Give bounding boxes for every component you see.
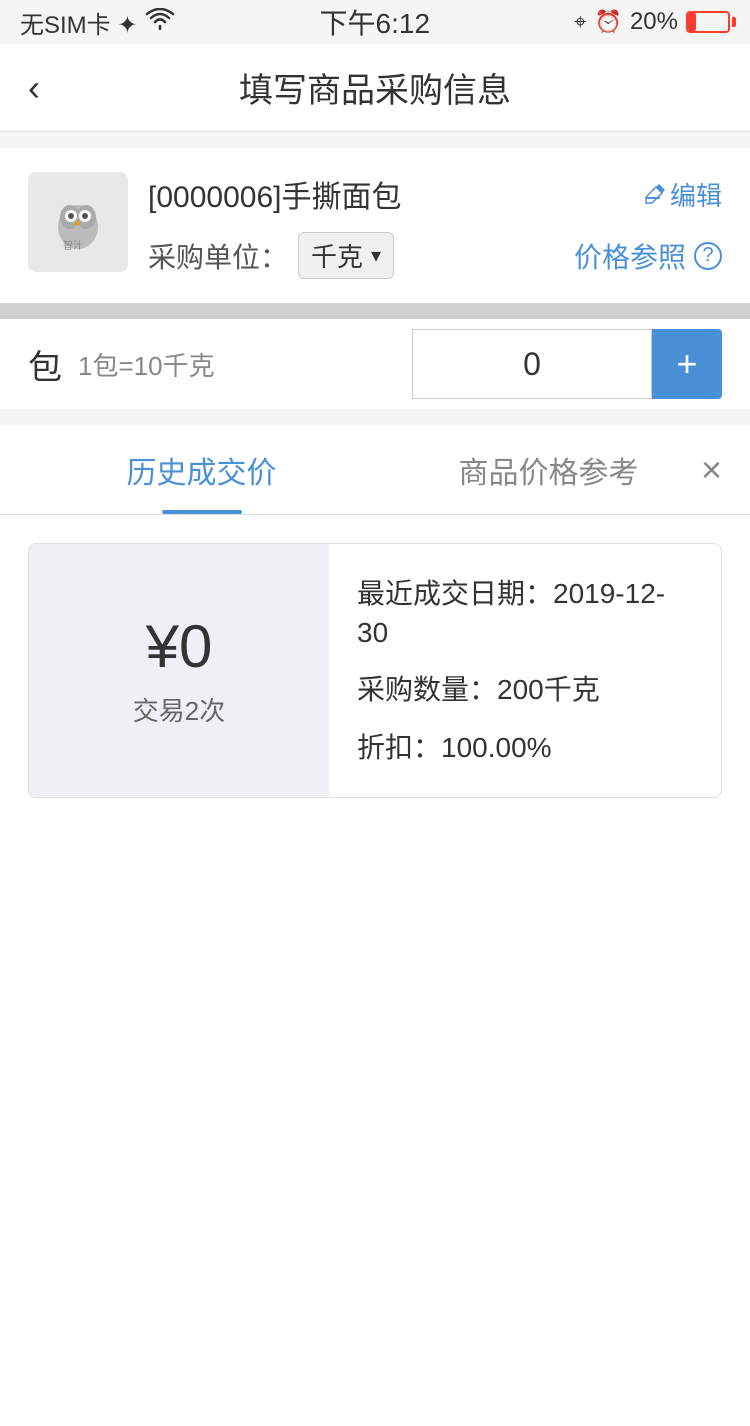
wifi-icon xyxy=(145,8,175,37)
quantity-row: 包 1包=10千克 0 + xyxy=(0,319,750,409)
nav-bar: ‹ 填写商品采购信息 xyxy=(0,44,750,132)
unit-label: 采购单位： xyxy=(148,236,288,276)
tab-history-label: 历史成交价 xyxy=(127,448,277,492)
quantity-plus-button[interactable]: + xyxy=(652,329,722,399)
location-icon: ⌖ xyxy=(574,9,586,35)
price-content: ¥0 交易2次 最近成交日期：2019-12-30 采购数量：200千克 折扣：… xyxy=(0,515,750,826)
quantity-unit: 包 xyxy=(28,340,62,389)
carrier-text: 无SIM卡 ✦ xyxy=(20,5,137,40)
price-discount: 折扣：100.00% xyxy=(357,728,693,767)
tab-underline xyxy=(162,510,242,514)
alarm-icon: ⏰ xyxy=(595,9,622,35)
status-left: 无SIM卡 ✦ xyxy=(20,5,175,40)
purchase-qty-value: 200千克 xyxy=(497,674,600,705)
status-time: 下午6:12 xyxy=(320,2,431,42)
product-name: [0000006]手撕面包 xyxy=(148,172,401,216)
divider-bar xyxy=(0,303,750,319)
purchase-qty-label: 采购数量： xyxy=(357,674,497,705)
tab-product-price-ref[interactable]: 商品价格参考 xyxy=(375,425,722,514)
bottom-space xyxy=(0,826,750,1426)
tab-history-price[interactable]: 历史成交价 xyxy=(28,425,375,514)
edit-button[interactable]: 编辑 xyxy=(644,176,722,213)
price-card-right: 最近成交日期：2019-12-30 采购数量：200千克 折扣：100.00% xyxy=(329,544,721,797)
discount-value: 100.00% xyxy=(441,732,552,763)
price-card: ¥0 交易2次 最近成交日期：2019-12-30 采购数量：200千克 折扣：… xyxy=(28,543,722,798)
back-button[interactable]: ‹ xyxy=(28,67,40,109)
chevron-down-icon: ▾ xyxy=(371,243,381,268)
price-card-left: ¥0 交易2次 xyxy=(29,544,329,797)
quantity-conversion: 1包=10千克 xyxy=(78,346,215,383)
quantity-input[interactable]: 0 xyxy=(412,329,652,399)
close-button[interactable]: × xyxy=(701,449,722,491)
product-thumbnail: 智汁 xyxy=(28,172,128,272)
product-top: 智汁 [0000006]手撕面包 编辑 采购单位： 千克 ▾ xyxy=(28,172,722,279)
help-circle-icon: ? xyxy=(694,242,722,270)
battery-fill xyxy=(688,13,696,31)
status-bar: 无SIM卡 ✦ 下午6:12 ⌖ ⏰ 20% xyxy=(0,0,750,44)
price-recent-date: 最近成交日期：2019-12-30 xyxy=(357,574,693,652)
recent-date-label: 最近成交日期： xyxy=(357,578,553,609)
battery-percent: 20% xyxy=(630,8,678,36)
unit-value: 千克 xyxy=(311,237,363,274)
price-ref-label: 价格参照 xyxy=(574,236,686,276)
product-info: [0000006]手撕面包 编辑 采购单位： 千克 ▾ 价格参照 ? xyxy=(148,172,722,279)
battery-icon xyxy=(686,11,730,33)
edit-icon xyxy=(644,183,666,205)
status-right: ⌖ ⏰ 20% xyxy=(574,8,730,36)
quantity-right: 0 + xyxy=(412,329,722,399)
price-transactions: 交易2次 xyxy=(133,691,225,728)
svg-text:智汁: 智汁 xyxy=(63,239,83,252)
product-unit-row: 采购单位： 千克 ▾ 价格参照 ? xyxy=(148,232,722,279)
price-amount: ¥0 xyxy=(146,612,213,681)
tabs-bar: 历史成交价 商品价格参考 × xyxy=(0,425,750,515)
owl-logo-icon: 智汁 xyxy=(43,187,113,257)
tab-product-price-label: 商品价格参考 xyxy=(459,448,639,492)
price-purchase-qty: 采购数量：200千克 xyxy=(357,670,693,709)
price-reference-button[interactable]: 价格参照 ? xyxy=(574,236,722,276)
page-title: 填写商品采购信息 xyxy=(239,63,511,112)
product-card: 智汁 [0000006]手撕面包 编辑 采购单位： 千克 ▾ xyxy=(0,148,750,303)
product-header: [0000006]手撕面包 编辑 xyxy=(148,172,722,216)
unit-select[interactable]: 千克 ▾ xyxy=(298,232,394,279)
discount-label: 折扣： xyxy=(357,732,441,763)
quantity-left: 包 1包=10千克 xyxy=(28,340,215,389)
